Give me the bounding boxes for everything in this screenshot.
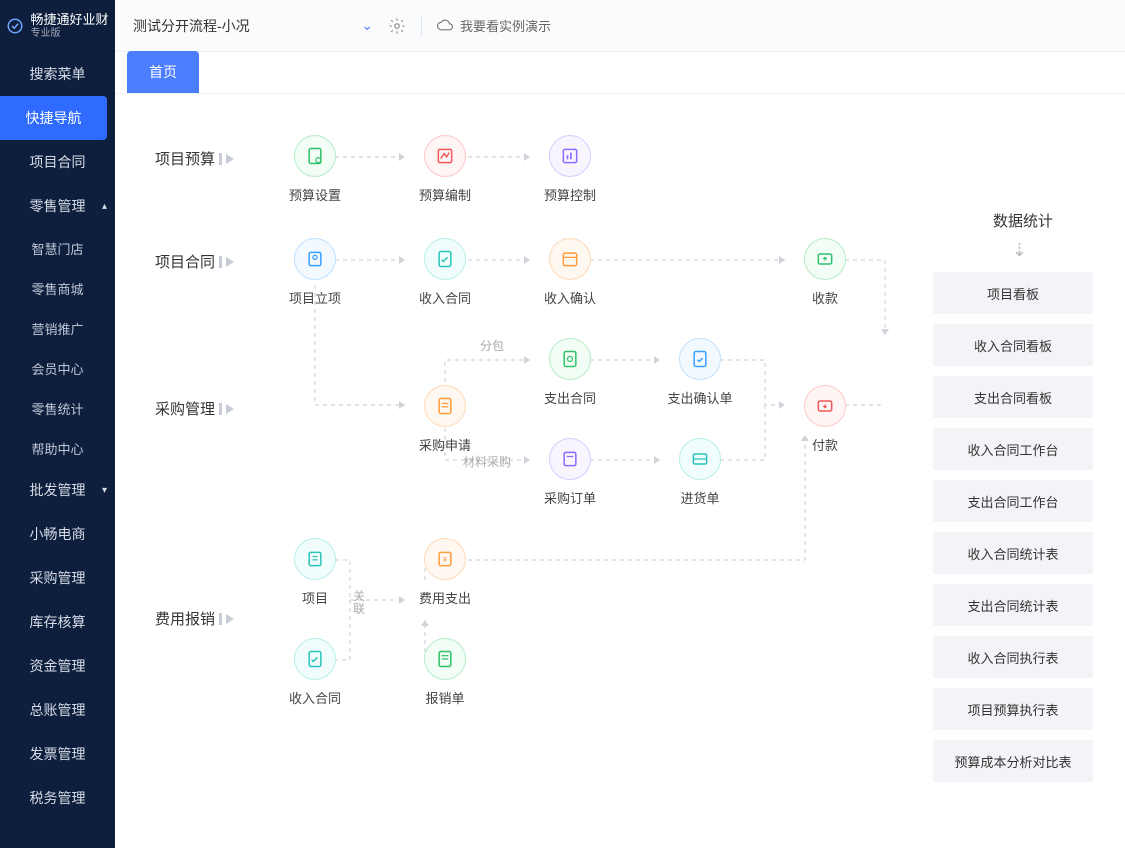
edge-material: 材料采购 xyxy=(463,453,511,470)
sidebar-item-retail[interactable]: 零售管理▴ xyxy=(0,184,115,228)
workflow-canvas: 项目预算 项目合同 采购管理 费用报销 预算设置 预算编制 预算控制 项目立项 … xyxy=(125,105,1113,848)
node-purchase-order[interactable]: 采购订单 xyxy=(530,438,610,507)
node-income-contract[interactable]: 收入合同 xyxy=(405,238,485,307)
stat-expend-report[interactable]: 支出合同统计表 xyxy=(933,584,1093,626)
sidebar-item-ecommerce[interactable]: 小畅电商 xyxy=(0,512,115,556)
sidebar-sub-marketing[interactable]: 营销推广 xyxy=(0,308,115,348)
brand-edition: 专业版 xyxy=(30,28,60,39)
bar-icon xyxy=(549,135,591,177)
sidebar-sub-help[interactable]: 帮助中心 xyxy=(0,428,115,468)
doc-ok-icon xyxy=(679,338,721,380)
play-icon xyxy=(226,257,234,267)
chart-icon xyxy=(424,135,466,177)
node-budget-setting[interactable]: 预算设置 xyxy=(275,135,355,204)
topbar: 测试分开流程-小况 ⌄ 我要看实例演示 xyxy=(115,0,1125,52)
brand-logo-icon xyxy=(6,17,24,35)
sidebar: 畅捷通好业财 专业版 搜索菜单 快捷导航 项目合同 零售管理▴ 智慧门店 零售商… xyxy=(0,0,115,848)
stat-budget-exec[interactable]: 项目预算执行表 xyxy=(933,688,1093,730)
inbox-icon xyxy=(679,438,721,480)
connector-layer xyxy=(125,105,1113,848)
calendar-icon xyxy=(549,238,591,280)
node-project-init[interactable]: 项目立项 xyxy=(275,238,355,307)
node-budget-compile[interactable]: 预算编制 xyxy=(405,135,485,204)
stat-income-exec[interactable]: 收入合同执行表 xyxy=(933,636,1093,678)
sidebar-search[interactable]: 搜索菜单 xyxy=(0,52,115,96)
stat-budget-cost[interactable]: 预算成本分析对比表 xyxy=(933,740,1093,782)
node-expense-out[interactable]: ¥费用支出 xyxy=(405,538,485,607)
brand: 畅捷通好业财 专业版 xyxy=(0,0,115,52)
section-budget: 项目预算 xyxy=(155,148,234,169)
tenant-name: 测试分开流程-小况 xyxy=(133,16,250,36)
node-receipt[interactable]: 收款 xyxy=(785,238,865,307)
sidebar-sub-retail-stats[interactable]: 零售统计 xyxy=(0,388,115,428)
expense-icon: ¥ xyxy=(424,538,466,580)
sidebar-sub-smart-store[interactable]: 智慧门店 xyxy=(0,228,115,268)
stat-project-board[interactable]: 项目看板 xyxy=(933,272,1093,314)
receipt-icon xyxy=(424,638,466,680)
cloud-icon xyxy=(436,17,454,35)
node-expend-contract[interactable]: 支出合同 xyxy=(530,338,610,407)
form-icon xyxy=(424,385,466,427)
play-icon xyxy=(226,154,234,164)
caret-up-icon: ▴ xyxy=(102,201,107,212)
section-purchase: 采购管理 xyxy=(155,398,234,419)
node-project[interactable]: 项目 xyxy=(275,538,355,607)
sidebar-item-inventory[interactable]: 库存核算 xyxy=(0,600,115,644)
edge-relate: 关 联 xyxy=(353,590,365,616)
node-goods-in[interactable]: 进货单 xyxy=(660,438,740,507)
sidebar-item-ledger[interactable]: 总账管理 xyxy=(0,688,115,732)
gear-icon xyxy=(388,17,406,35)
doc-icon xyxy=(294,135,336,177)
play-icon xyxy=(226,614,234,624)
node-budget-control[interactable]: 预算控制 xyxy=(530,135,610,204)
edge-subcontract: 分包 xyxy=(480,337,504,354)
badge-icon xyxy=(294,238,336,280)
wallet-out-icon xyxy=(804,385,846,427)
settings-button[interactable] xyxy=(387,16,407,36)
doc-star-icon xyxy=(549,338,591,380)
node-payment[interactable]: 付款 xyxy=(785,385,865,454)
divider xyxy=(421,16,422,36)
sidebar-item-funds[interactable]: 资金管理 xyxy=(0,644,115,688)
sidebar-item-invoice[interactable]: 发票管理 xyxy=(0,732,115,776)
node-income-contract2[interactable]: 收入合同 xyxy=(275,638,355,707)
node-expend-confirm[interactable]: 支出确认单 xyxy=(660,338,740,407)
stat-income-report[interactable]: 收入合同统计表 xyxy=(933,532,1093,574)
project-icon xyxy=(294,538,336,580)
node-reimburse[interactable]: 报销单 xyxy=(405,638,485,707)
sidebar-sub-retail-mall[interactable]: 零售商城 xyxy=(0,268,115,308)
sidebar-item-wholesale[interactable]: 批发管理▾ xyxy=(0,468,115,512)
arrow-down-icon: ⇣ xyxy=(1012,240,1027,261)
node-purchase-apply[interactable]: 采购申请 xyxy=(405,385,485,454)
sidebar-sub-member[interactable]: 会员中心 xyxy=(0,348,115,388)
order-icon xyxy=(549,438,591,480)
stat-expend-board[interactable]: 支出合同看板 xyxy=(933,376,1093,418)
tenant-selector[interactable]: 测试分开流程-小况 ⌄ xyxy=(133,16,373,36)
sidebar-quicknav[interactable]: 快捷导航 xyxy=(0,96,107,140)
section-expense: 费用报销 xyxy=(155,608,234,629)
node-income-confirm[interactable]: 收入确认 xyxy=(530,238,610,307)
wallet-in-icon xyxy=(804,238,846,280)
section-contract: 项目合同 xyxy=(155,251,234,272)
brand-name: 畅捷通好业财 xyxy=(30,13,108,27)
stat-income-workbench[interactable]: 收入合同工作台 xyxy=(933,428,1093,470)
doc-check-icon xyxy=(424,238,466,280)
sidebar-item-tax[interactable]: 税务管理 xyxy=(0,776,115,820)
chevron-down-icon: ⌄ xyxy=(361,17,373,34)
stat-income-board[interactable]: 收入合同看板 xyxy=(933,324,1093,366)
doc-check-icon xyxy=(294,638,336,680)
sidebar-menu: 搜索菜单 快捷导航 项目合同 零售管理▴ 智慧门店 零售商城 营销推广 会员中心… xyxy=(0,52,115,848)
demo-link[interactable]: 我要看实例演示 xyxy=(436,16,551,35)
sidebar-item-project-contract[interactable]: 项目合同 xyxy=(0,140,115,184)
stat-expend-workbench[interactable]: 支出合同工作台 xyxy=(933,480,1093,522)
stats-title: 数据统计 xyxy=(993,210,1053,231)
play-icon xyxy=(226,404,234,414)
tabs: 首页 xyxy=(115,52,1125,94)
svg-text:¥: ¥ xyxy=(443,555,448,564)
caret-down-icon: ▾ xyxy=(102,485,107,496)
sidebar-item-purchase[interactable]: 采购管理 xyxy=(0,556,115,600)
tab-home[interactable]: 首页 xyxy=(127,51,199,93)
